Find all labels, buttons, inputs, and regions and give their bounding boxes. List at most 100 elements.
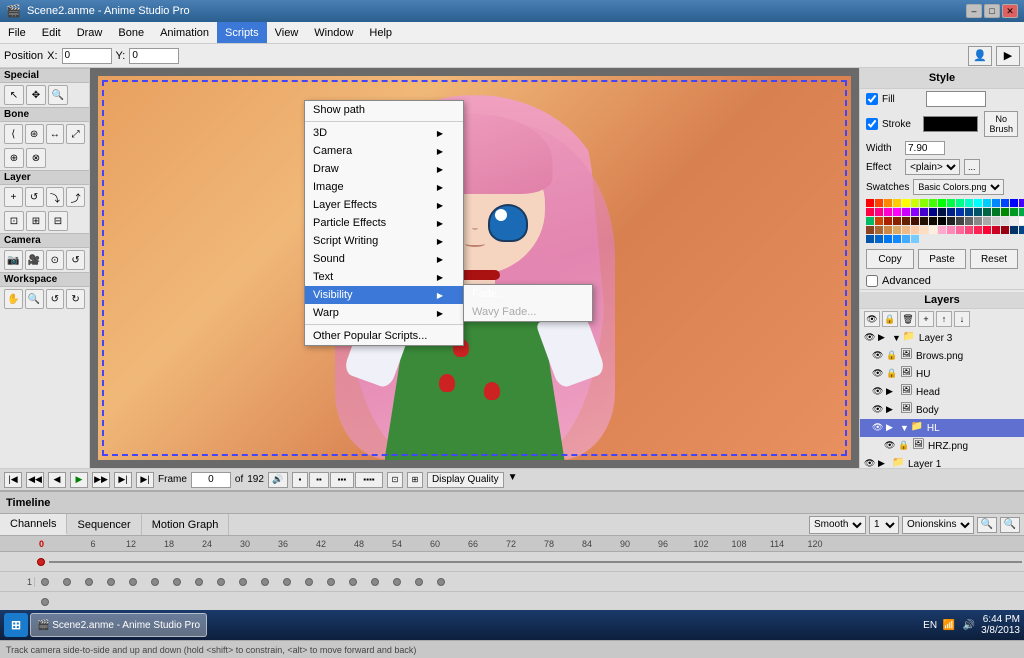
menu-script-writing[interactable]: Script Writing ▶ (305, 232, 463, 250)
layer-row-hu[interactable]: 👁 🔒 🖼 HU (860, 365, 1024, 383)
view-mode-4[interactable]: ▪▪▪▪ (355, 472, 383, 488)
swatch-3[interactable] (893, 199, 901, 207)
tool-bone3[interactable]: ↔ (46, 124, 65, 144)
swatch-54[interactable] (866, 226, 874, 234)
kf-14[interactable] (327, 578, 335, 586)
tool-cam1[interactable]: 📷 (4, 250, 23, 270)
kf-10[interactable] (239, 578, 247, 586)
layer-row-brows[interactable]: 👁 🔒 🖼 Brows.png (860, 347, 1024, 365)
swatch-12[interactable] (974, 199, 982, 207)
layer-lock-brows[interactable]: 🔒 (886, 350, 898, 362)
swatch-45[interactable] (947, 217, 955, 225)
swatch-41[interactable] (911, 217, 919, 225)
layer-row-layer3[interactable]: 👁 ▶ ▼ 📁 Layer 3 (860, 329, 1024, 347)
swatch-7[interactable] (929, 199, 937, 207)
kf-12[interactable] (283, 578, 291, 586)
width-input[interactable] (905, 141, 945, 155)
keyframe-start[interactable] (37, 558, 45, 566)
tool-select[interactable]: ↖ (4, 85, 24, 105)
fade-item[interactable]: Fade... (464, 285, 592, 303)
swatch-61[interactable] (929, 226, 937, 234)
swatch-68[interactable] (992, 226, 1000, 234)
tray-network[interactable]: 📶 (941, 617, 957, 633)
canvas-area[interactable]: Show path 3D ▶ Camera ▶ Draw ▶ Image ▶ L… (90, 68, 859, 468)
tool-layer4[interactable]: ⤴ (66, 187, 85, 207)
swatch-38[interactable] (884, 217, 892, 225)
user-icon[interactable]: 👤 (968, 46, 992, 66)
swatch-16[interactable] (1010, 199, 1018, 207)
tl-zoom-in[interactable]: 🔍 (977, 517, 997, 533)
menu-edit[interactable]: Edit (34, 22, 69, 43)
grid-btn[interactable]: ⊞ (407, 472, 423, 488)
swatch-35[interactable] (1019, 208, 1024, 216)
swatch-40[interactable] (902, 217, 910, 225)
swatch-22[interactable] (902, 208, 910, 216)
swatch-65[interactable] (965, 226, 973, 234)
swatch-1[interactable] (875, 199, 883, 207)
paste-btn[interactable]: Paste (918, 249, 966, 269)
smooth-select[interactable]: Smooth (809, 516, 866, 534)
swatch-0[interactable] (866, 199, 874, 207)
swatch-71[interactable] (1019, 226, 1024, 234)
swatch-24[interactable] (920, 208, 928, 216)
tool-bone1[interactable]: ⟨ (4, 124, 23, 144)
swatch-37[interactable] (875, 217, 883, 225)
frame-end[interactable]: ▶| (136, 472, 154, 488)
layer-row-hrz[interactable]: 👁 🔒 🖼 HRZ.png (860, 437, 1024, 455)
layer-tool-6[interactable]: ↓ (954, 311, 970, 327)
tool-zoom[interactable]: 🔍 (48, 85, 68, 105)
tool-bone5[interactable]: ⊕ (4, 148, 24, 168)
effect-select[interactable]: <plain> (905, 159, 960, 175)
quality-arrow[interactable]: ▼ (508, 472, 524, 488)
kf-18[interactable] (415, 578, 423, 586)
swatch-42[interactable] (920, 217, 928, 225)
tool-layer1[interactable]: + (4, 187, 23, 207)
menu-draw[interactable]: Draw ▶ (305, 160, 463, 178)
swatch-73[interactable] (875, 235, 883, 243)
swatch-66[interactable] (974, 226, 982, 234)
stroke-checkbox[interactable] (866, 118, 878, 130)
layer-row-body[interactable]: 👁 ▶ 🖼 Body (860, 401, 1024, 419)
track-content-2[interactable] (35, 572, 1024, 591)
swatch-13[interactable] (983, 199, 991, 207)
layer-lock-hrz[interactable]: 🔒 (898, 440, 910, 452)
tool-ws3[interactable]: ↺ (46, 289, 65, 309)
tool-cam2[interactable]: 🎥 (25, 250, 44, 270)
swatch-49[interactable] (983, 217, 991, 225)
menu-help[interactable]: Help (361, 22, 400, 43)
preview-icon[interactable]: ▶ (996, 46, 1020, 66)
menu-view[interactable]: View (267, 22, 307, 43)
layer-eye-hu[interactable]: 👁 (872, 368, 884, 380)
swatch-9[interactable] (947, 199, 955, 207)
tool-move[interactable]: ✥ (26, 85, 46, 105)
x-input[interactable] (62, 48, 112, 64)
layer-expand-hl[interactable]: ▼ (900, 423, 909, 433)
kf-6[interactable] (151, 578, 159, 586)
menu-other-scripts[interactable]: Other Popular Scripts... (305, 327, 463, 345)
layer-lock-hl[interactable]: ▶ (886, 422, 898, 434)
swatch-30[interactable] (974, 208, 982, 216)
swatch-43[interactable] (929, 217, 937, 225)
swatch-6[interactable] (920, 199, 928, 207)
tool-layer2[interactable]: ↺ (25, 187, 44, 207)
swatch-70[interactable] (1010, 226, 1018, 234)
layer-eye-head[interactable]: 👁 (872, 386, 884, 398)
swatch-31[interactable] (983, 208, 991, 216)
reset-btn[interactable]: Reset (970, 249, 1018, 269)
swatch-11[interactable] (965, 199, 973, 207)
swatch-69[interactable] (1001, 226, 1009, 234)
no-brush-btn[interactable]: NoBrush (984, 111, 1018, 137)
swatch-56[interactable] (884, 226, 892, 234)
tray-volume[interactable]: 🔊 (961, 617, 977, 633)
swatch-27[interactable] (947, 208, 955, 216)
swatch-51[interactable] (1001, 217, 1009, 225)
tool-layer7[interactable]: ⊟ (48, 211, 68, 231)
frame-next[interactable]: ▶▶ (92, 472, 110, 488)
menu-window[interactable]: Window (306, 22, 361, 43)
swatch-72[interactable] (866, 235, 874, 243)
audio-btn[interactable]: 🔊 (268, 472, 288, 488)
swatch-4[interactable] (902, 199, 910, 207)
swatch-34[interactable] (1010, 208, 1018, 216)
swatch-57[interactable] (893, 226, 901, 234)
stroke-swatch[interactable] (923, 116, 979, 132)
